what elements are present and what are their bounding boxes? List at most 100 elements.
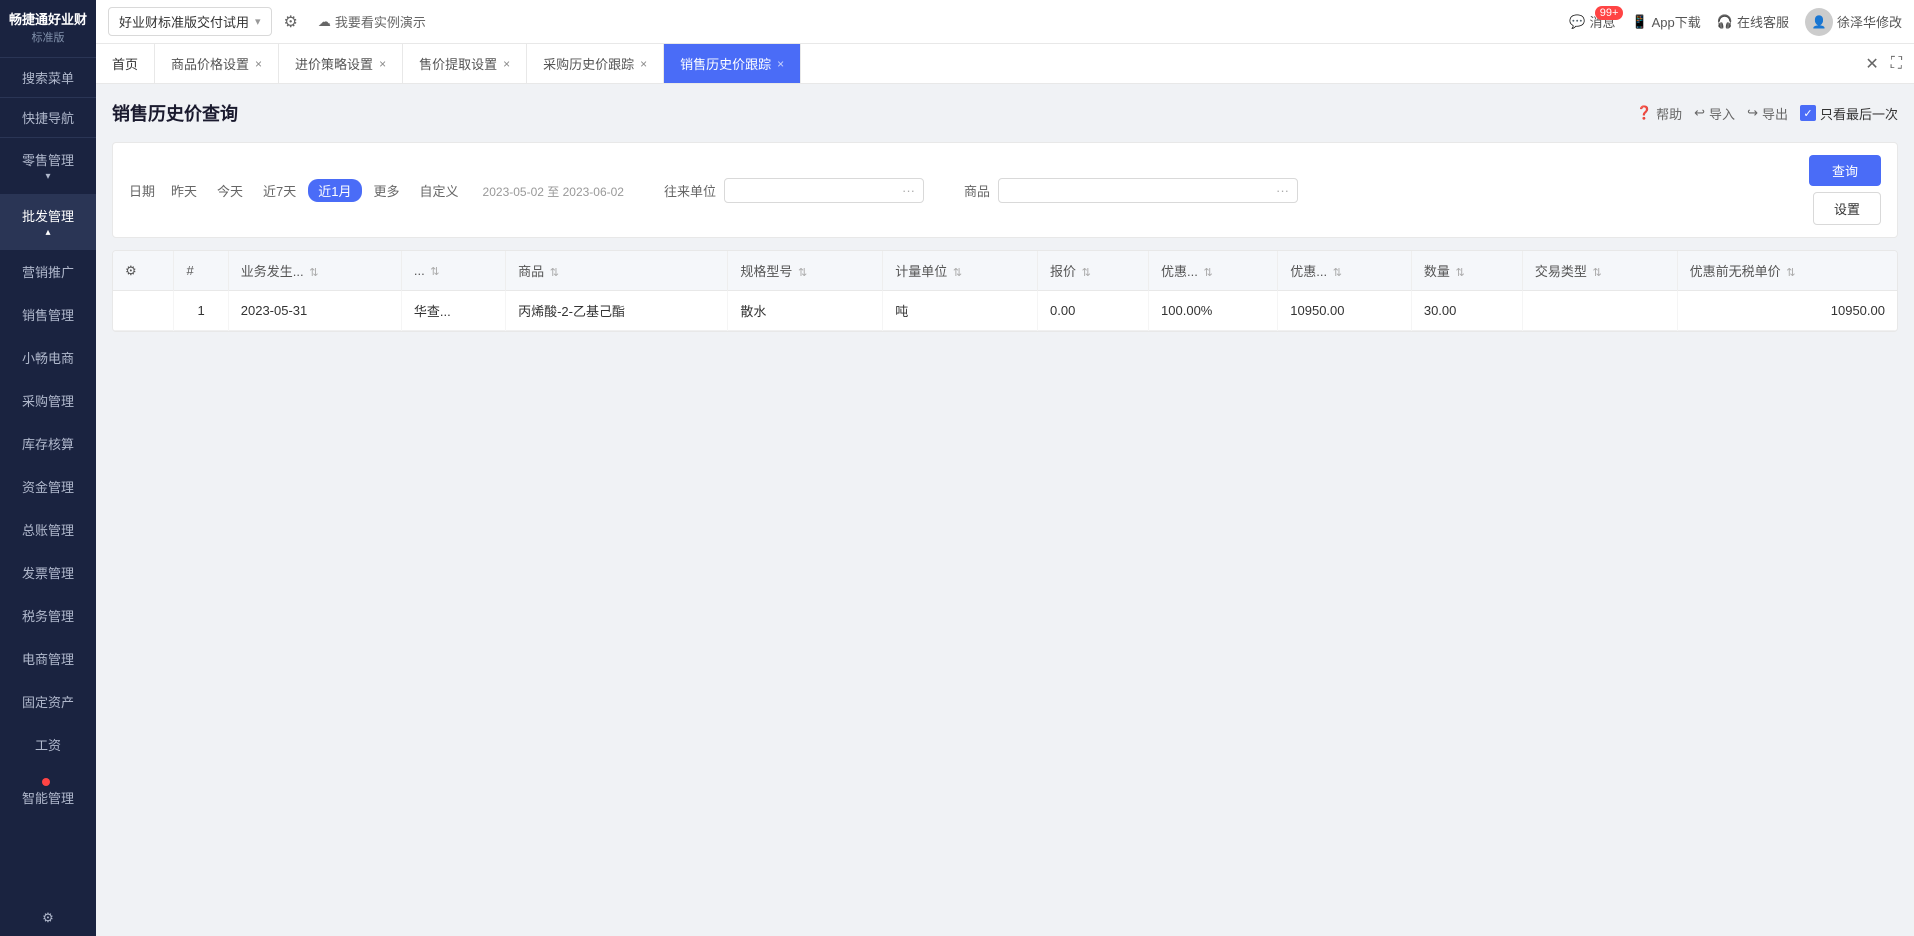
sidebar-item-settings[interactable]: ⚙	[0, 900, 96, 936]
date-custom[interactable]: 自定义	[412, 179, 467, 202]
cell-quantity: 30.00	[1411, 291, 1522, 331]
tab-close-icon[interactable]: ×	[640, 57, 647, 71]
col-price[interactable]: 报价 ⇅	[1038, 251, 1149, 291]
sidebar-item-label: 营销推广	[22, 262, 74, 281]
sidebar-item-label: 固定资产	[22, 692, 74, 711]
col-pretax-price[interactable]: 优惠前无税单价 ⇅	[1677, 251, 1897, 291]
only-last-checkbox[interactable]: ✓ 只看最后一次	[1800, 104, 1898, 123]
gear-icon[interactable]: ⚙	[125, 263, 137, 278]
data-table-wrap: ⚙ # 业务发生... ⇅ ... ⇅ 商品 ⇅ 规格型号 ⇅ 计量单位 ⇅ 报…	[112, 250, 1898, 332]
tab-purchase-history[interactable]: 采购历史价跟踪 ×	[527, 44, 664, 84]
col-more[interactable]: ... ⇅	[401, 251, 505, 291]
date-last7[interactable]: 近7天	[255, 179, 304, 202]
col-discount2[interactable]: 优惠... ⇅	[1278, 251, 1412, 291]
sidebar-item-wholesale[interactable]: 批发管理 ▴	[0, 194, 96, 250]
sort-icon: ⇅	[1082, 267, 1091, 279]
version-selector[interactable]: 好业财标准版交付试用 ▾	[108, 7, 272, 36]
online-service-button[interactable]: 🎧 在线客服	[1717, 12, 1789, 31]
tab-home[interactable]: 首页	[96, 44, 155, 84]
sidebar-item-invoice[interactable]: 发票管理	[0, 551, 96, 594]
tab-label: 首页	[112, 54, 138, 73]
sidebar-item-accounting[interactable]: 总账管理	[0, 508, 96, 551]
date-last1m[interactable]: 近1月	[308, 179, 361, 202]
user-profile[interactable]: 👤 徐泽华修改	[1805, 8, 1902, 36]
demo-link[interactable]: ☁ 我要看实例演示	[318, 12, 426, 31]
sidebar-item-label: 总账管理	[22, 520, 74, 539]
cell-spec: 散水	[728, 291, 883, 331]
product-input[interactable]: ···	[998, 178, 1298, 203]
expand-tab-button[interactable]: ⛶	[1887, 51, 1906, 77]
source-unit-picker-icon[interactable]: ···	[902, 183, 915, 198]
cell-unit: 吨	[883, 291, 1038, 331]
export-button[interactable]: ↪ 导出	[1747, 104, 1788, 123]
cell-product: 丙烯酸-2-乙基己酯	[506, 291, 728, 331]
gear-icon: ⚙	[42, 910, 54, 925]
tab-sales-history[interactable]: 销售历史价跟踪 ×	[664, 44, 801, 84]
sidebar-item-retail[interactable]: 零售管理 ▾	[0, 138, 96, 194]
cell-gear	[113, 291, 174, 331]
online-service-label: 在线客服	[1737, 12, 1789, 31]
tab-close-icon[interactable]: ×	[379, 57, 386, 71]
col-gear[interactable]: ⚙	[113, 251, 174, 291]
version-selector-text: 好业财标准版交付试用	[119, 12, 249, 31]
settings-gear-icon[interactable]: ⚙	[280, 8, 302, 36]
cell-price: 0.00	[1038, 291, 1149, 331]
source-unit-input[interactable]: ···	[724, 178, 924, 203]
col-num[interactable]: #	[174, 251, 228, 291]
col-trade-type[interactable]: 交易类型 ⇅	[1522, 251, 1677, 291]
import-button[interactable]: ↩ 导入	[1694, 104, 1735, 123]
sort-icon: ⇅	[1786, 267, 1795, 279]
sidebar-item-smart[interactable]: 智能管理	[0, 766, 96, 819]
tab-label: 商品价格设置	[171, 54, 249, 73]
product-picker-icon[interactable]: ···	[1276, 183, 1289, 198]
sidebar-item-purchase[interactable]: 采购管理	[0, 379, 96, 422]
col-spec[interactable]: 规格型号 ⇅	[728, 251, 883, 291]
col-product[interactable]: 商品 ⇅	[506, 251, 728, 291]
tabbar-actions: ✕ ⛶	[1853, 50, 1914, 78]
tab-product-price[interactable]: 商品价格设置 ×	[155, 44, 279, 84]
date-yesterday[interactable]: 昨天	[163, 179, 205, 202]
col-quantity[interactable]: 数量 ⇅	[1411, 251, 1522, 291]
sidebar-item-marketing[interactable]: 营销推广	[0, 250, 96, 293]
sidebar-search[interactable]: 搜索菜单	[0, 58, 96, 98]
help-button[interactable]: ❓ 帮助	[1636, 104, 1682, 123]
col-biz-date[interactable]: 业务发生... ⇅	[228, 251, 401, 291]
cell-discount1: 100.00%	[1149, 291, 1278, 331]
tab-purchase-strategy[interactable]: 进价策略设置 ×	[279, 44, 403, 84]
query-button[interactable]: 查询	[1809, 155, 1881, 186]
tab-close-icon[interactable]: ×	[777, 57, 784, 71]
setting-button[interactable]: 设置	[1813, 192, 1881, 225]
product-filter: 商品 ···	[964, 178, 1298, 203]
sidebar-item-ecommerce-small[interactable]: 小畅电商	[0, 336, 96, 379]
sidebar-item-tax[interactable]: 税务管理	[0, 594, 96, 637]
tab-close-icon[interactable]: ×	[503, 57, 510, 71]
date-today[interactable]: 今天	[209, 179, 251, 202]
cell-biz-date: 2023-05-31	[228, 291, 401, 331]
sort-icon: ⇅	[1592, 267, 1601, 279]
date-more[interactable]: 更多	[366, 179, 408, 202]
sidebar-item-inventory[interactable]: 库存核算	[0, 422, 96, 465]
sidebar-item-fixed-assets[interactable]: 固定资产	[0, 680, 96, 723]
sidebar-item-salary[interactable]: 工资	[0, 723, 96, 766]
tab-sale-price[interactable]: 售价提取设置 ×	[403, 44, 527, 84]
sort-icon: ⇅	[1455, 267, 1464, 279]
sidebar-item-label: 工资	[35, 735, 61, 754]
avatar-icon: 👤	[1812, 15, 1827, 29]
product-label: 商品	[964, 181, 990, 200]
sidebar-item-label: 发票管理	[22, 563, 74, 582]
col-discount1[interactable]: 优惠... ⇅	[1149, 251, 1278, 291]
date-label: 日期	[129, 181, 155, 200]
tab-close-icon[interactable]: ×	[255, 57, 262, 71]
close-tab-button[interactable]: ✕	[1861, 50, 1882, 78]
col-unit[interactable]: 计量单位 ⇅	[883, 251, 1038, 291]
app-download-button[interactable]: 📱 App下载	[1631, 12, 1700, 31]
search-label: 搜索菜单	[22, 71, 74, 86]
data-table: ⚙ # 业务发生... ⇅ ... ⇅ 商品 ⇅ 规格型号 ⇅ 计量单位 ⇅ 报…	[113, 251, 1897, 331]
page-header: 销售历史价查询 ❓ 帮助 ↩ 导入 ↪ 导出 ✓ 只看最后一次	[112, 100, 1898, 126]
sidebar-quick-nav[interactable]: 快捷导航	[0, 98, 96, 138]
sidebar-item-sales[interactable]: 销售管理	[0, 293, 96, 336]
sidebar-item-ecommerce[interactable]: 电商管理	[0, 637, 96, 680]
sidebar-item-finance[interactable]: 资金管理	[0, 465, 96, 508]
message-button[interactable]: 💬 消息 99+	[1569, 12, 1615, 31]
sidebar-item-label: 税务管理	[22, 606, 74, 625]
